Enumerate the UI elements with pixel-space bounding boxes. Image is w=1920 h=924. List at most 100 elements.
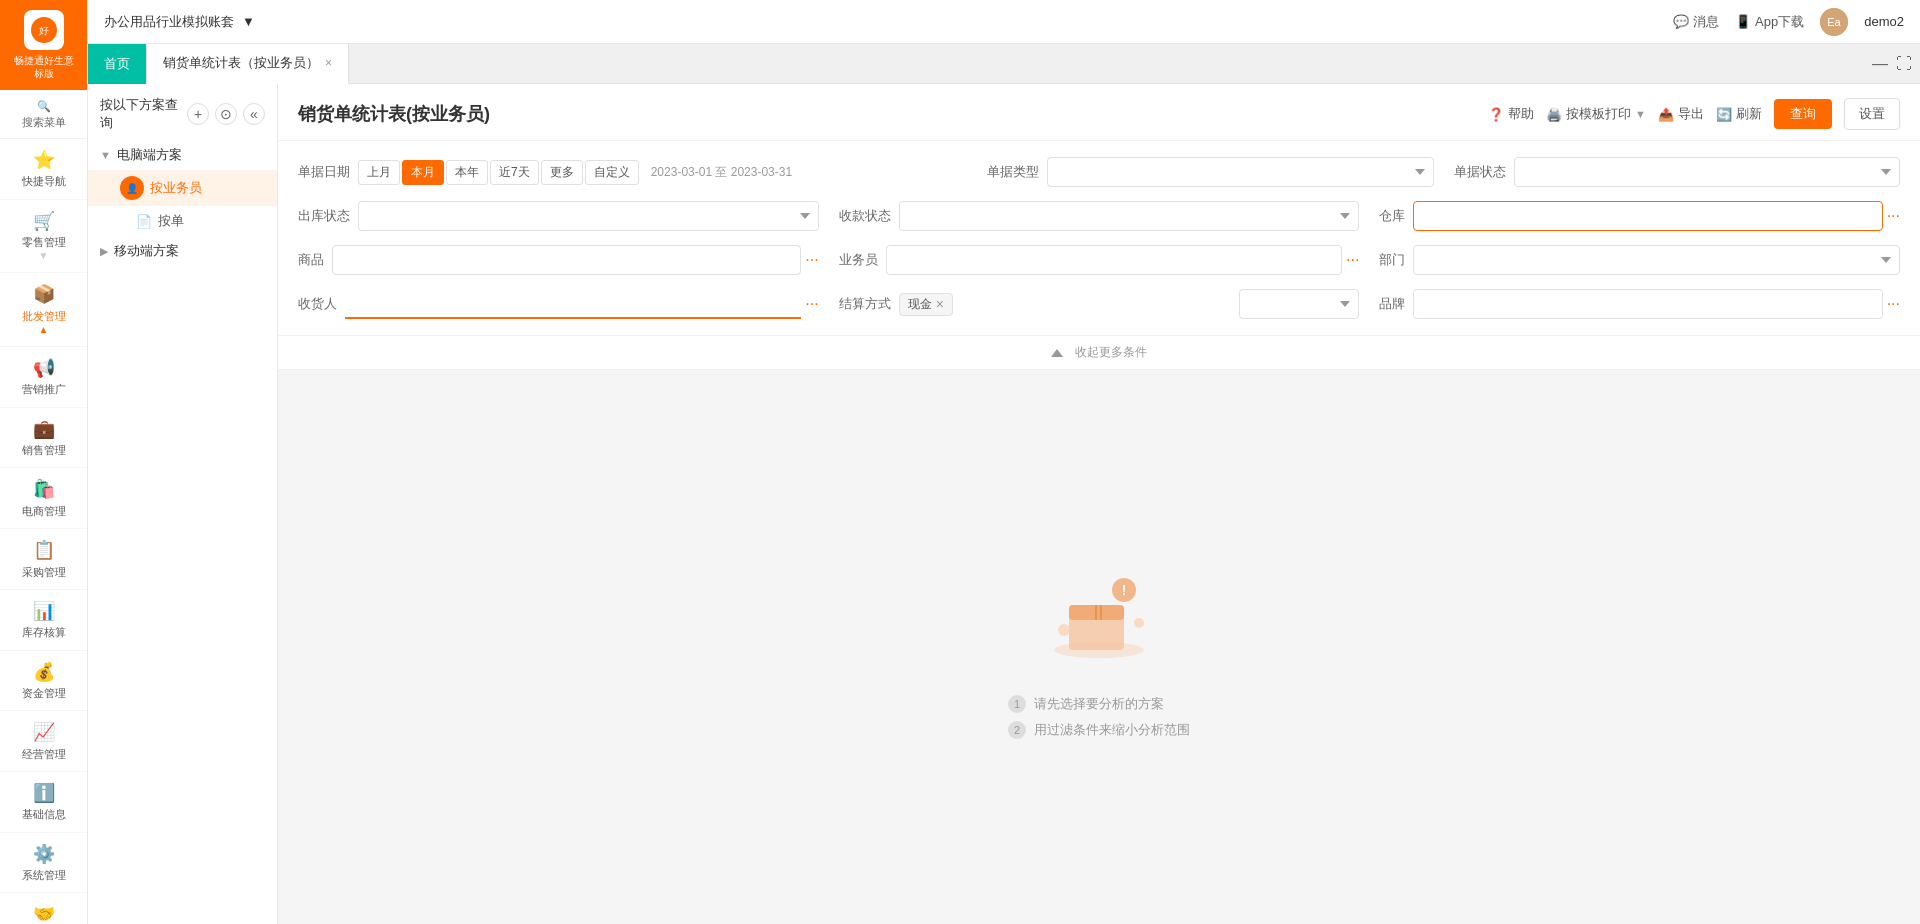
dept-select[interactable]: [1413, 245, 1900, 275]
template-print-btn[interactable]: 🖨️ 按模板打印 ▼: [1546, 105, 1646, 123]
retail-icon: 🛒: [33, 210, 55, 233]
window-minimize-btn[interactable]: —: [1872, 55, 1888, 73]
sidebar-item-marketing[interactable]: 📢 营销推广: [0, 347, 87, 408]
page-actions: ❓ 帮助 🖨️ 按模板打印 ▼ 📤 导出 🔄 刷新: [1488, 98, 1900, 130]
tree-desktop-node[interactable]: ▼ 电脑端方案: [88, 140, 277, 170]
date-btn-this-month[interactable]: 本月: [402, 160, 444, 185]
sidebar-item-search[interactable]: 🔍 搜索菜单: [0, 90, 87, 139]
date-btn-7days[interactable]: 近7天: [490, 160, 539, 185]
brand-dots-btn[interactable]: ···: [1887, 295, 1900, 313]
help-btn[interactable]: ❓ 帮助: [1488, 105, 1534, 123]
tree-mobile-node[interactable]: ▶ 移动端方案: [88, 236, 277, 266]
filter-row-3: 商品 ··· 业务员 ···: [298, 245, 1900, 275]
empty-illustration: !: [1039, 555, 1159, 675]
sidebar-item-ecommerce[interactable]: 🛍️ 电商管理: [0, 468, 87, 529]
user-avatar[interactable]: Ea: [1820, 8, 1848, 36]
tree-by-order[interactable]: 📄 按单: [88, 206, 277, 236]
goods-dots-btn[interactable]: ···: [805, 251, 818, 269]
doc-type-label: 单据类型: [987, 163, 1039, 181]
search-icon: 🔍: [37, 100, 51, 113]
date-btn-custom[interactable]: 自定义: [585, 160, 639, 185]
sidebar-item-system[interactable]: ⚙️ 系统管理: [0, 833, 87, 894]
tab-close-btn[interactable]: ×: [325, 56, 332, 70]
tag-close-btn[interactable]: ×: [936, 296, 944, 312]
panel-actions: + ⊙ «: [187, 103, 265, 125]
sidebar-item-purchase[interactable]: 📋 采购管理: [0, 529, 87, 590]
empty-tip-2: 2 用过滤条件来缩小分析范围: [1008, 721, 1190, 739]
sidebar-item-wholesale[interactable]: 📦 批发管理 ▲: [0, 273, 87, 347]
panel-collapse-btn[interactable]: «: [243, 103, 265, 125]
page-title-bar: 销货单统计表(按业务员) ❓ 帮助 🖨️ 按模板打印 ▼ 📤 导出: [278, 84, 1920, 141]
brand-label: 品牌: [1379, 295, 1405, 313]
export-btn[interactable]: 📤 导出: [1658, 105, 1704, 123]
sidebar-item-inventory[interactable]: 📊 库存核算: [0, 590, 87, 651]
sidebar-item-basic[interactable]: ℹ️ 基础信息: [0, 772, 87, 833]
window-maximize-btn[interactable]: ⛶: [1896, 55, 1912, 73]
sidebar-label-sales: 销售管理: [22, 443, 66, 457]
doc-status-label: 单据状态: [1454, 163, 1506, 181]
settings-btn[interactable]: 设置: [1844, 98, 1900, 130]
query-btn[interactable]: 查询: [1774, 99, 1832, 129]
panel-add-btn[interactable]: +: [187, 103, 209, 125]
payment-method-select[interactable]: [1239, 289, 1359, 319]
tree-by-salesman[interactable]: 👤 按业务员: [88, 170, 277, 206]
collapse-label: 收起更多条件: [1075, 344, 1147, 361]
filter-area: 单据日期 上月 本月 本年 近7天 更多 自定义 2023-03-01 至 20…: [278, 141, 1920, 336]
sidebar-item-retail[interactable]: 🛒 零售管理 ▼: [0, 200, 87, 274]
message-btn[interactable]: 💬 消息: [1673, 13, 1719, 31]
svg-text:好: 好: [39, 25, 49, 36]
goods-input[interactable]: [332, 245, 801, 275]
help-label: 帮助: [1508, 105, 1534, 123]
tab-active[interactable]: 销货单统计表（按业务员） ×: [147, 44, 349, 84]
doc-type-select[interactable]: [1047, 157, 1433, 187]
wholesale-arrow-icon: ▲: [39, 323, 49, 336]
sales-icon: 💼: [33, 418, 55, 441]
print-icon: 🖨️: [1546, 107, 1562, 122]
sidebar-item-sales[interactable]: 💼 销售管理: [0, 408, 87, 469]
header-dropdown-btn[interactable]: ▼: [242, 14, 255, 29]
sidebar-item-finance[interactable]: 💰 资金管理: [0, 651, 87, 712]
panel-settings-btn[interactable]: ⊙: [215, 103, 237, 125]
warehouse-input[interactable]: [1413, 201, 1882, 231]
sidebar-item-enterprise[interactable]: 🤝 企业协同: [0, 893, 87, 924]
date-btn-last-month[interactable]: 上月: [358, 160, 400, 185]
salesman-input[interactable]: [886, 245, 1342, 275]
tip-num-2: 2: [1008, 721, 1026, 739]
salesman-dots-btn[interactable]: ···: [1346, 251, 1359, 269]
header-left: 办公用品行业模拟账套 ▼: [104, 13, 255, 31]
settings-label: 设置: [1859, 105, 1885, 123]
recipient-input[interactable]: [345, 289, 801, 319]
collapse-bar[interactable]: 收起更多条件: [278, 336, 1920, 370]
date-btn-more[interactable]: 更多: [541, 160, 583, 185]
warehouse-container: ···: [1413, 201, 1900, 231]
date-btn-this-year[interactable]: 本年: [446, 160, 488, 185]
stock-status-select[interactable]: [358, 201, 819, 231]
sidebar-item-shortcut[interactable]: ⭐ 快捷导航: [0, 139, 87, 200]
warehouse-dots-btn[interactable]: ···: [1887, 207, 1900, 225]
app-download-btn[interactable]: 📱 App下载: [1735, 13, 1804, 31]
sidebar-label-operation: 经营管理: [22, 747, 66, 761]
tab-home[interactable]: 首页: [88, 44, 147, 84]
tree-mobile-arrow: ▶: [100, 245, 108, 258]
refresh-btn[interactable]: 🔄 刷新: [1716, 105, 1762, 123]
brand-container: ···: [1413, 289, 1900, 319]
doc-status-select[interactable]: [1514, 157, 1900, 187]
salesman-container: ···: [886, 245, 1360, 275]
payment-status-select[interactable]: [899, 201, 1360, 231]
user-name[interactable]: demo2: [1864, 14, 1904, 29]
tree-salesman-label: 按业务员: [150, 179, 202, 197]
tree-mobile-label: 移动端方案: [114, 242, 179, 260]
sidebar-label-ecommerce: 电商管理: [22, 504, 66, 518]
filter-payment-method: 结算方式 现金 ×: [839, 289, 1360, 319]
payment-method-label: 结算方式: [839, 295, 891, 313]
filter-doc-type: 单据类型: [987, 157, 1433, 187]
brand-input[interactable]: [1413, 289, 1882, 319]
sidebar-logo[interactable]: 好 畅捷通好生意 标版: [0, 0, 87, 90]
tree-order-label: 按单: [158, 212, 184, 230]
tag-text: 现金: [908, 296, 932, 313]
sidebar-label-shortcut: 快捷导航: [22, 174, 66, 188]
sidebar-item-operation[interactable]: 📈 经营管理: [0, 711, 87, 772]
filter-brand: 品牌 ···: [1379, 289, 1900, 319]
recipient-dots-btn[interactable]: ···: [805, 295, 818, 313]
filter-recipient: 收货人 ···: [298, 289, 819, 319]
